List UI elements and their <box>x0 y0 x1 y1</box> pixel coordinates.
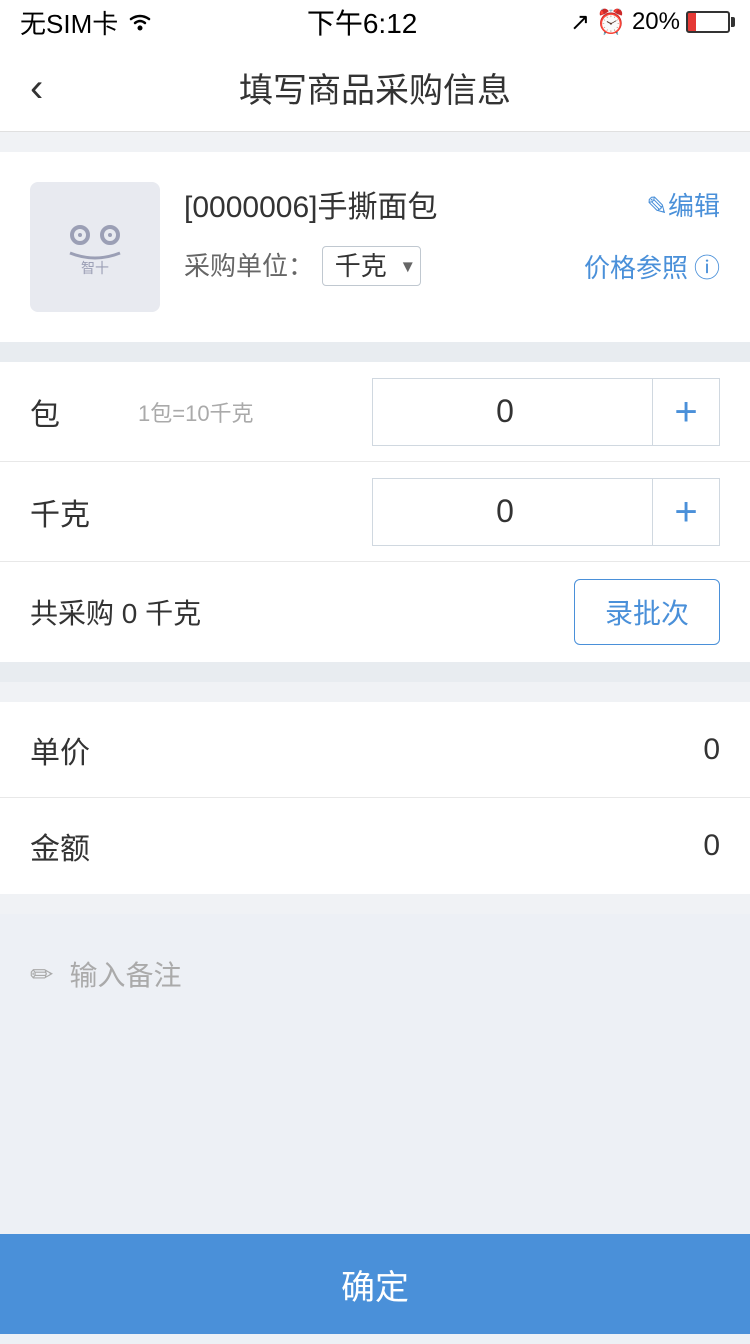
unit-label: 采购单位： <box>184 251 314 281</box>
unit-selector-area: 采购单位： 千克 包 <box>184 246 421 286</box>
unit-select[interactable]: 千克 包 <box>322 246 421 286</box>
total-value: 0 <box>122 598 138 629</box>
status-left: 无SIM卡 <box>20 4 154 41</box>
bao-sub-label: 1包=10千克 <box>138 396 372 428</box>
amount-label: 金额 <box>30 824 90 868</box>
edit-button[interactable]: ✎编辑 <box>646 186 720 223</box>
separator-2 <box>0 662 750 682</box>
nav-bar: ‹ 填写商品采购信息 <box>0 44 750 132</box>
note-section[interactable]: ✏ 输入备注 <box>0 914 750 1034</box>
amount-value: 0 <box>703 829 720 863</box>
product-info: [0000006]手撕面包 ✎编辑 采购单位： 千克 包 价格参照 ⓘ <box>184 182 720 286</box>
product-name: [0000006]手撕面包 <box>184 182 437 226</box>
unit-select-wrap[interactable]: 千克 包 <box>322 246 421 286</box>
unit-price-value: 0 <box>703 733 720 767</box>
wifi-icon <box>126 7 154 38</box>
total-text: 共采购 0 千克 <box>30 592 201 632</box>
kg-plus-button[interactable]: + <box>652 478 720 546</box>
sim-label: 无SIM卡 <box>20 4 118 41</box>
page-title: 填写商品采购信息 <box>239 63 511 112</box>
back-button[interactable]: ‹ <box>30 68 43 108</box>
battery-icon <box>686 11 730 33</box>
unit-price-row: 单价 0 <box>0 702 750 798</box>
price-section: 单价 0 金额 0 <box>0 702 750 894</box>
confirm-button[interactable]: 确定 <box>0 1234 750 1334</box>
bao-plus-button[interactable]: + <box>652 378 720 446</box>
status-right: ↗ ⏰ 20% <box>570 8 730 37</box>
battery-pct: 20% <box>632 8 680 36</box>
price-ref-button[interactable]: 价格参照 ⓘ <box>584 248 720 285</box>
location-icon: ↗ <box>570 8 590 37</box>
alarm-icon: ⏰ <box>596 8 626 37</box>
product-image: 智十 <box>30 182 160 312</box>
batch-button[interactable]: 录批次 <box>574 579 720 645</box>
bao-input-right: + <box>372 378 720 446</box>
price-ref-info-icon: ⓘ <box>694 248 720 285</box>
product-logo: 智十 <box>55 203 135 291</box>
bao-input-row: 包 1包=10千克 + <box>0 362 750 462</box>
kg-input-row: 千克 + <box>0 462 750 562</box>
status-bar: 无SIM卡 下午6:12 ↗ ⏰ 20% <box>0 0 750 44</box>
separator-1 <box>0 342 750 362</box>
unit-price-label: 单价 <box>30 728 90 772</box>
status-time: 下午6:12 <box>307 2 418 42</box>
product-card: 智十 [0000006]手撕面包 ✎编辑 采购单位： 千克 包 价格参照 ⓘ <box>0 152 750 342</box>
kg-input-right: + <box>372 478 720 546</box>
bao-quantity-input[interactable] <box>372 378 652 446</box>
bao-label: 包 <box>30 390 130 434</box>
product-header: [0000006]手撕面包 ✎编辑 <box>184 182 720 226</box>
kg-quantity-input[interactable] <box>372 478 652 546</box>
quantity-section: 包 1包=10千克 + 千克 + <box>0 362 750 562</box>
total-row: 共采购 0 千克 录批次 <box>0 562 750 662</box>
pencil-icon: ✏ <box>30 958 53 991</box>
product-unit-row: 采购单位： 千克 包 价格参照 ⓘ <box>184 246 720 286</box>
price-ref-label: 价格参照 <box>584 248 688 285</box>
amount-row: 金额 0 <box>0 798 750 894</box>
note-placeholder: 输入备注 <box>69 954 181 994</box>
svg-text:智十: 智十 <box>81 260 109 276</box>
kg-label: 千克 <box>30 490 130 534</box>
